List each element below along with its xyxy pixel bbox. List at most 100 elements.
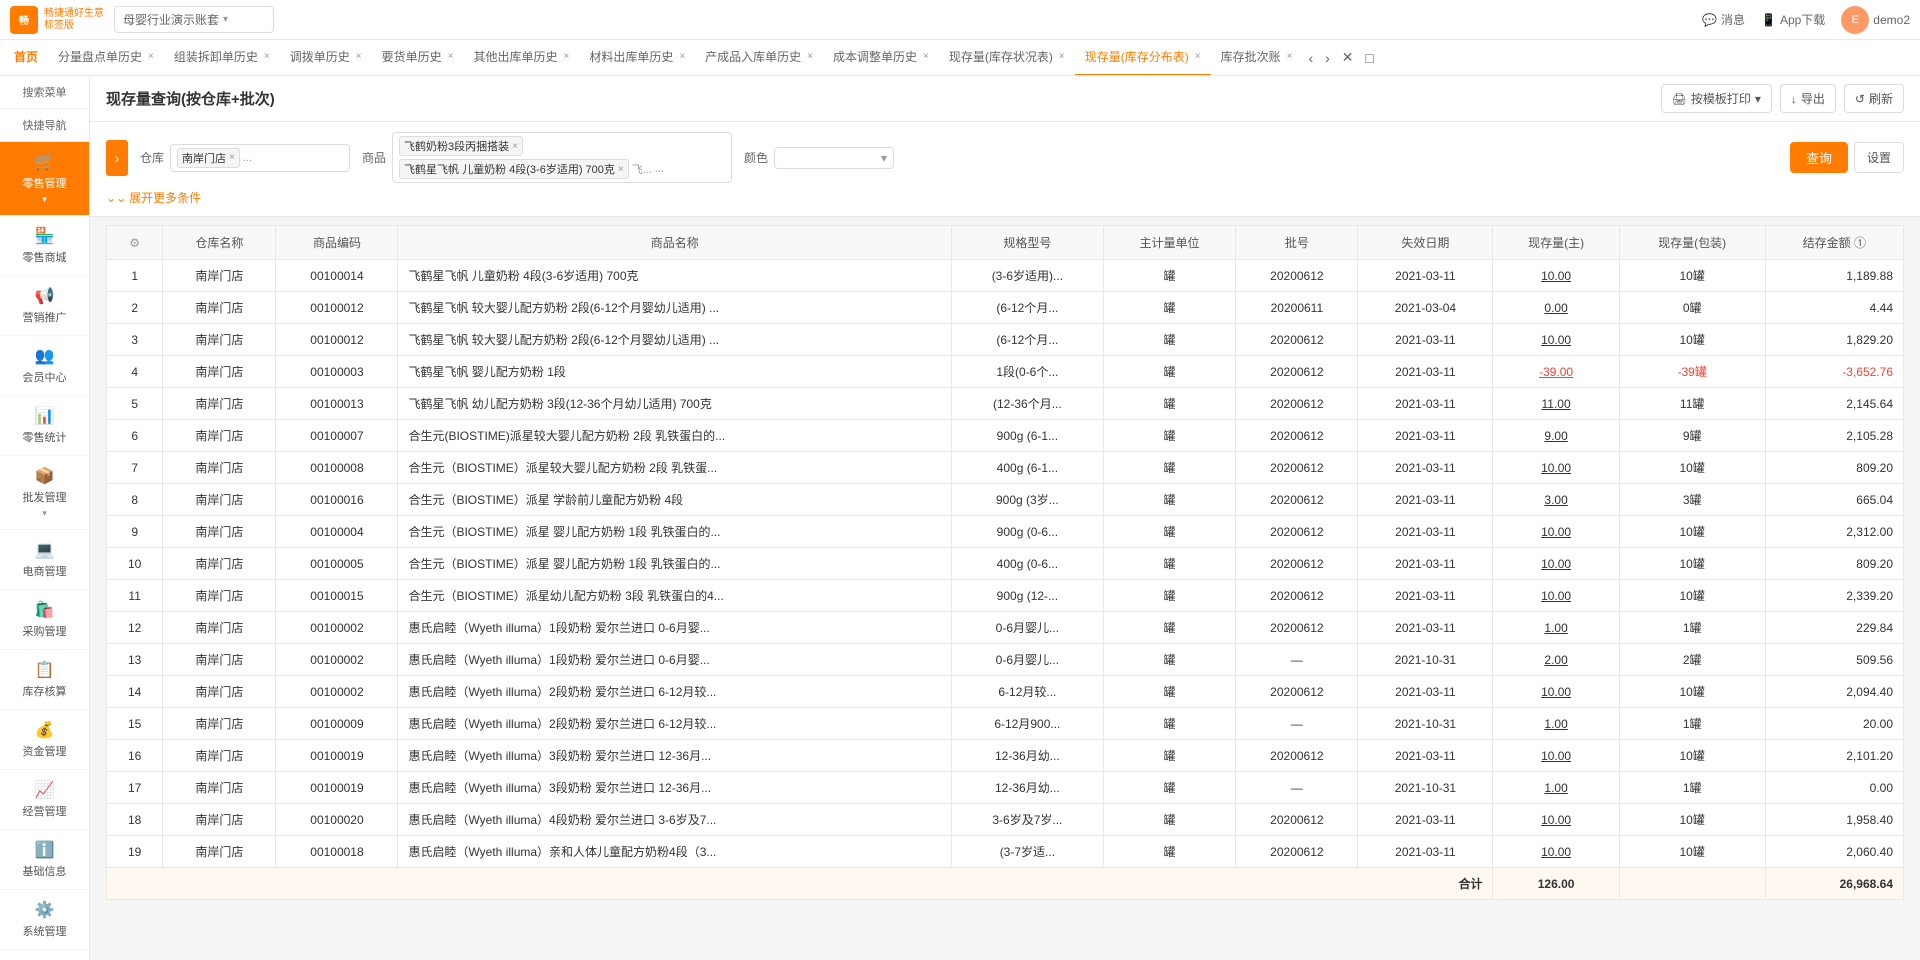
sidebar-search[interactable]: 搜索菜单	[0, 76, 89, 109]
close-icon[interactable]: ×	[264, 51, 270, 62]
user-profile[interactable]: E demo2	[1841, 6, 1910, 34]
close-icon[interactable]: ×	[448, 51, 454, 62]
cell-name: 惠氏启睦（Wyeth illuma）2段奶粉 爱尔兰进口 6-12月较...	[398, 708, 952, 740]
cell-stock-main[interactable]: 10.00	[1493, 836, 1619, 868]
cell-code: 00100005	[276, 548, 398, 580]
tab-pi-ci[interactable]: 库存批次账 ×	[1211, 40, 1303, 76]
col-warehouse: 仓库名称	[163, 226, 276, 260]
close-icon[interactable]: ×	[679, 51, 685, 62]
tab-zu-chai[interactable]: 组装拆卸单历史 ×	[164, 40, 280, 76]
cell-stock-main[interactable]: 10.00	[1493, 740, 1619, 772]
cell-stock-main[interactable]: 11.00	[1493, 388, 1619, 420]
cell-stock-main[interactable]: 0.00	[1493, 292, 1619, 324]
cell-batch: 20200611	[1236, 292, 1358, 324]
sidebar-item-members[interactable]: 👥 会员中心	[0, 336, 89, 396]
purchase-icon: 🛍️	[35, 600, 55, 620]
cell-stock-main[interactable]: 9.00	[1493, 420, 1619, 452]
cell-name: 惠氏启睦（Wyeth illuma）1段奶粉 爱尔兰进口 0-6月婴...	[398, 612, 952, 644]
col-batch: 批号	[1236, 226, 1358, 260]
cell-stock-main[interactable]: 10.00	[1493, 548, 1619, 580]
close-icon[interactable]: ×	[356, 51, 362, 62]
message-btn[interactable]: 💬 消息	[1702, 11, 1745, 28]
cell-stock-main[interactable]: 10.00	[1493, 324, 1619, 356]
cell-expiry: 2021-03-11	[1358, 484, 1493, 516]
settings-button[interactable]: 设置	[1854, 142, 1904, 173]
tab-cai-liao[interactable]: 材料出库单历史 ×	[579, 40, 695, 76]
close-icon[interactable]: ×	[1195, 51, 1201, 62]
close-icon[interactable]: ×	[923, 51, 929, 62]
tab-scroll-left[interactable]: ‹	[1302, 50, 1319, 66]
tab-qi-ta-chu[interactable]: 其他出库单历史 ×	[463, 40, 579, 76]
finance-icon: 💰	[35, 720, 55, 740]
tab-yao-huo[interactable]: 要货单历史 ×	[372, 40, 464, 76]
close-icon[interactable]: ×	[1059, 51, 1065, 62]
sidebar-item-finance[interactable]: 💰 资金管理	[0, 710, 89, 770]
sidebar-item-base-info[interactable]: ℹ️ 基础信息	[0, 830, 89, 890]
tab-ku-cun-fen[interactable]: 现存量(库存分布表) ×	[1075, 40, 1211, 76]
export-button[interactable]: ↓ 导出	[1780, 84, 1836, 113]
app-download-btn[interactable]: 📱 App下载	[1761, 11, 1825, 28]
sidebar-item-retail-stats[interactable]: 📊 零售统计	[0, 396, 89, 456]
cell-stock-main[interactable]: 10.00	[1493, 804, 1619, 836]
col-gear[interactable]: ⚙	[107, 226, 163, 260]
cell-stock-main[interactable]: -39.00	[1493, 356, 1619, 388]
tab-home[interactable]: 首页	[4, 40, 48, 76]
close-icon[interactable]: ×	[148, 51, 154, 62]
tab-scroll-right[interactable]: ›	[1319, 50, 1336, 66]
cell-stock-main[interactable]: 3.00	[1493, 484, 1619, 516]
sidebar-item-ops[interactable]: 📈 经营管理	[0, 770, 89, 830]
close-icon[interactable]: ×	[807, 51, 813, 62]
cell-stock-pack: 10罐	[1619, 580, 1765, 612]
sidebar-item-sys-mgmt[interactable]: ⚙️ 系统管理	[0, 890, 89, 950]
cell-stock-main[interactable]: 10.00	[1493, 676, 1619, 708]
sidebar-item-retail-mgmt[interactable]: 🛒 零售管理 ▾	[0, 142, 89, 216]
cell-no: 10	[107, 548, 163, 580]
cell-stock-main[interactable]: 10.00	[1493, 580, 1619, 612]
sidebar-item-wholesale[interactable]: 📦 批发管理 ▾	[0, 456, 89, 530]
cell-stock-main[interactable]: 1.00	[1493, 708, 1619, 740]
cell-stock-main[interactable]: 2.00	[1493, 644, 1619, 676]
warehouse-input[interactable]: 南岸门店 × ...	[170, 144, 350, 172]
table-row: 3 南岸门店 00100012 飞鹤星飞帆 较大婴儿配方奶粉 2段(6-12个月…	[107, 324, 1904, 356]
product-input[interactable]: 飞鹤奶粉3段丙捆搭装 × 飞鹤星飞帆 儿童奶粉 4段(3-6岁适用) 700克 …	[392, 132, 732, 183]
close-icon[interactable]: ×	[618, 164, 624, 175]
cell-stock-main[interactable]: 1.00	[1493, 612, 1619, 644]
close-icon[interactable]: ×	[1287, 51, 1293, 62]
col-name: 商品名称	[398, 226, 952, 260]
tab-cheng-ben[interactable]: 成本调整单历史 ×	[823, 40, 939, 76]
sidebar-item-marketing[interactable]: 📢 营销推广	[0, 276, 89, 336]
cell-stock-main[interactable]: 10.00	[1493, 452, 1619, 484]
maximize-btn[interactable]: □	[1360, 50, 1380, 66]
nav-tabs-bar: 首页 分量盘点单历史 × 组装拆卸单历史 × 调拨单历史 × 要货单历史 × 其…	[0, 40, 1920, 76]
refresh-button[interactable]: ↺ 刷新	[1844, 84, 1904, 113]
sidebar-item-purchase[interactable]: 🛍️ 采购管理	[0, 590, 89, 650]
cell-stock-main[interactable]: 10.00	[1493, 260, 1619, 292]
color-input[interactable]: ▾	[774, 147, 894, 169]
query-button[interactable]: 查询	[1790, 142, 1848, 173]
expand-more-btn[interactable]: ⌄⌄ 展开更多条件	[106, 189, 1904, 206]
sidebar-item-inventory[interactable]: 📋 库存核算	[0, 650, 89, 710]
close-icon[interactable]: ×	[512, 141, 518, 152]
close-icon[interactable]: ×	[563, 51, 569, 62]
tab-close-all[interactable]: ✕	[1336, 49, 1360, 66]
tab-chan-pin[interactable]: 产成品入库单历史 ×	[695, 40, 823, 76]
cell-batch: 20200612	[1236, 516, 1358, 548]
sidebar-quick-nav[interactable]: 快捷导航	[0, 109, 89, 142]
print-button[interactable]: 🖨 按模板打印 ▾	[1661, 84, 1772, 113]
tab-fen-pan[interactable]: 分量盘点单历史 ×	[48, 40, 164, 76]
tab-tiao-bo[interactable]: 调拨单历史 ×	[280, 40, 372, 76]
cell-stock-main[interactable]: 1.00	[1493, 772, 1619, 804]
cell-stock-pack: 11罐	[1619, 388, 1765, 420]
content-area: 现存量查询(按仓库+批次) 🖨 按模板打印 ▾ ↓ 导出 ↺ 刷新	[90, 76, 1920, 960]
org-selector[interactable]: 母婴行业演示账套 ▾	[114, 6, 274, 33]
cell-spec: 900g (3岁...	[952, 484, 1103, 516]
cell-batch: 20200612	[1236, 612, 1358, 644]
close-icon[interactable]: ×	[229, 152, 235, 163]
cell-unit: 罐	[1103, 772, 1236, 804]
sidebar-item-enterprise[interactable]: 🤝 企业协同	[0, 950, 89, 960]
sidebar-item-ecommerce[interactable]: 💻 电商管理	[0, 530, 89, 590]
filter-toggle-btn[interactable]: ›	[106, 140, 128, 176]
sidebar-item-retail-shop[interactable]: 🏪 零售商城	[0, 216, 89, 276]
cell-stock-main[interactable]: 10.00	[1493, 516, 1619, 548]
tab-ku-cun-zhuang[interactable]: 现存量(库存状况表) ×	[939, 40, 1075, 76]
